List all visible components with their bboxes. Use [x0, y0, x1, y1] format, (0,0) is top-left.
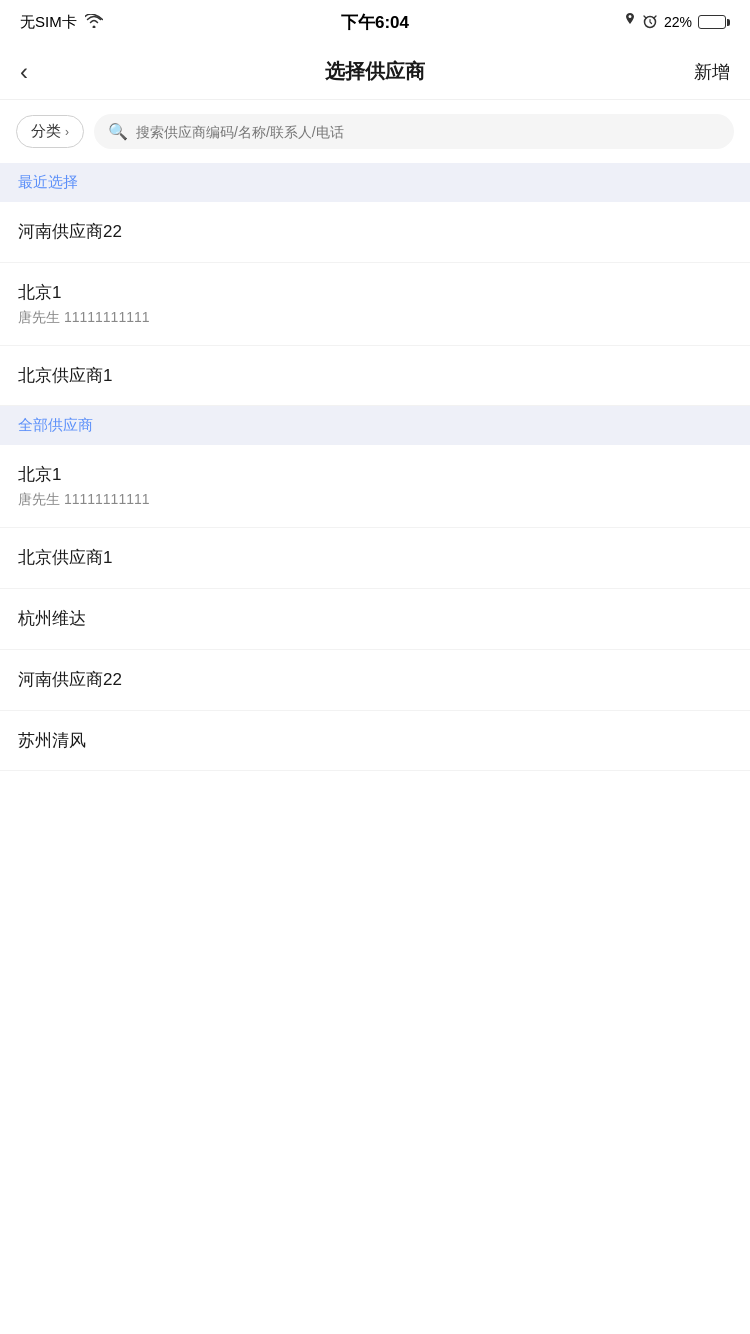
wifi-icon: [85, 14, 103, 31]
page-title: 选择供应商: [325, 58, 425, 85]
status-bar: 无SIM卡 下午6:04 22%: [0, 0, 750, 44]
status-right: 22%: [624, 13, 730, 32]
item-name: 北京1: [18, 281, 732, 305]
location-icon: [624, 13, 636, 32]
all-section-header: 全部供应商: [0, 406, 750, 445]
item-name: 河南供应商22: [18, 220, 732, 244]
recent-items-list: 河南供应商22 北京1 唐先生 11111111111 北京供应商1: [0, 202, 750, 406]
nav-bar: ‹ 选择供应商 新增: [0, 44, 750, 100]
item-name: 北京供应商1: [18, 546, 732, 570]
search-box: 🔍: [94, 114, 734, 149]
list-item[interactable]: 河南供应商22: [0, 650, 750, 711]
item-name: 苏州清风: [18, 729, 732, 753]
item-name: 河南供应商22: [18, 668, 732, 692]
battery-percent: 22%: [664, 14, 692, 30]
list-item[interactable]: 北京供应商1: [0, 346, 750, 407]
list-item[interactable]: 河南供应商22: [0, 202, 750, 263]
back-button[interactable]: ‹: [12, 50, 36, 94]
category-label: 分类: [31, 122, 61, 141]
list-item[interactable]: 北京1 唐先生 11111111111: [0, 263, 750, 346]
filter-bar: 分类 › 🔍: [0, 100, 750, 163]
item-sub: 唐先生 11111111111: [18, 309, 732, 327]
alarm-icon: [642, 13, 658, 32]
carrier-text: 无SIM卡: [20, 13, 77, 32]
category-button[interactable]: 分类 ›: [16, 115, 84, 148]
list-item[interactable]: 北京1 唐先生 11111111111: [0, 445, 750, 528]
list-item[interactable]: 北京供应商1: [0, 528, 750, 589]
item-sub: 唐先生 11111111111: [18, 491, 732, 509]
item-name: 杭州维达: [18, 607, 732, 631]
search-icon: 🔍: [108, 122, 128, 141]
add-button[interactable]: 新增: [694, 60, 730, 84]
battery-icon: [698, 15, 730, 29]
list-item[interactable]: 杭州维达: [0, 589, 750, 650]
recent-section-header: 最近选择: [0, 163, 750, 202]
status-left: 无SIM卡: [20, 13, 103, 32]
item-name: 北京供应商1: [18, 364, 732, 388]
all-items-list: 北京1 唐先生 11111111111 北京供应商1 杭州维达 河南供应商22 …: [0, 445, 750, 771]
search-input[interactable]: [136, 124, 720, 140]
chevron-right-icon: ›: [65, 125, 69, 139]
status-time: 下午6:04: [341, 11, 409, 34]
list-item[interactable]: 苏州清风: [0, 711, 750, 772]
recent-section-label: 最近选择: [18, 173, 78, 190]
all-section-label: 全部供应商: [18, 416, 93, 433]
item-name: 北京1: [18, 463, 732, 487]
